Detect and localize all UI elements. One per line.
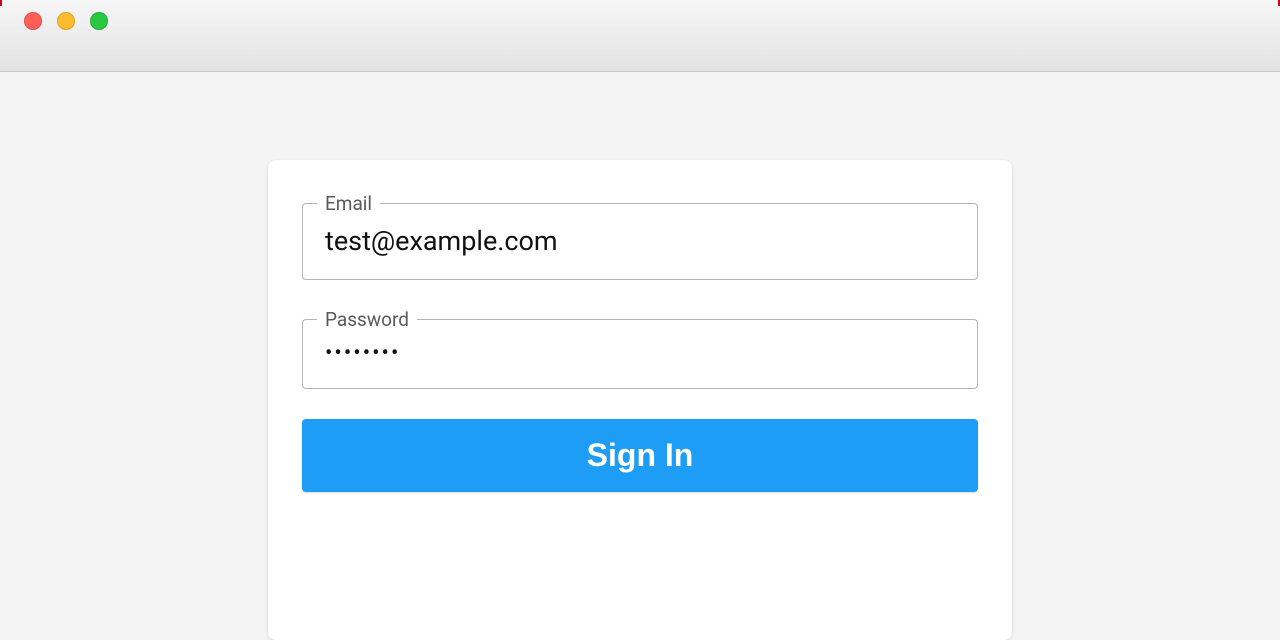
content-area: Email Password Sign In xyxy=(0,72,1280,640)
email-label: Email xyxy=(317,194,380,213)
password-input[interactable] xyxy=(303,329,977,388)
email-field-group: Email xyxy=(302,194,978,280)
password-field-group: Password xyxy=(302,310,978,389)
signin-card: Email Password Sign In xyxy=(268,160,1012,640)
zoom-icon[interactable] xyxy=(90,12,108,30)
close-icon[interactable] xyxy=(24,12,42,30)
window-edge-left xyxy=(0,0,2,6)
window-controls xyxy=(24,12,108,30)
window-titlebar xyxy=(0,0,1280,72)
email-input[interactable] xyxy=(303,213,977,279)
minimize-icon[interactable] xyxy=(57,12,75,30)
signin-button[interactable]: Sign In xyxy=(302,419,978,492)
password-label: Password xyxy=(317,310,417,329)
